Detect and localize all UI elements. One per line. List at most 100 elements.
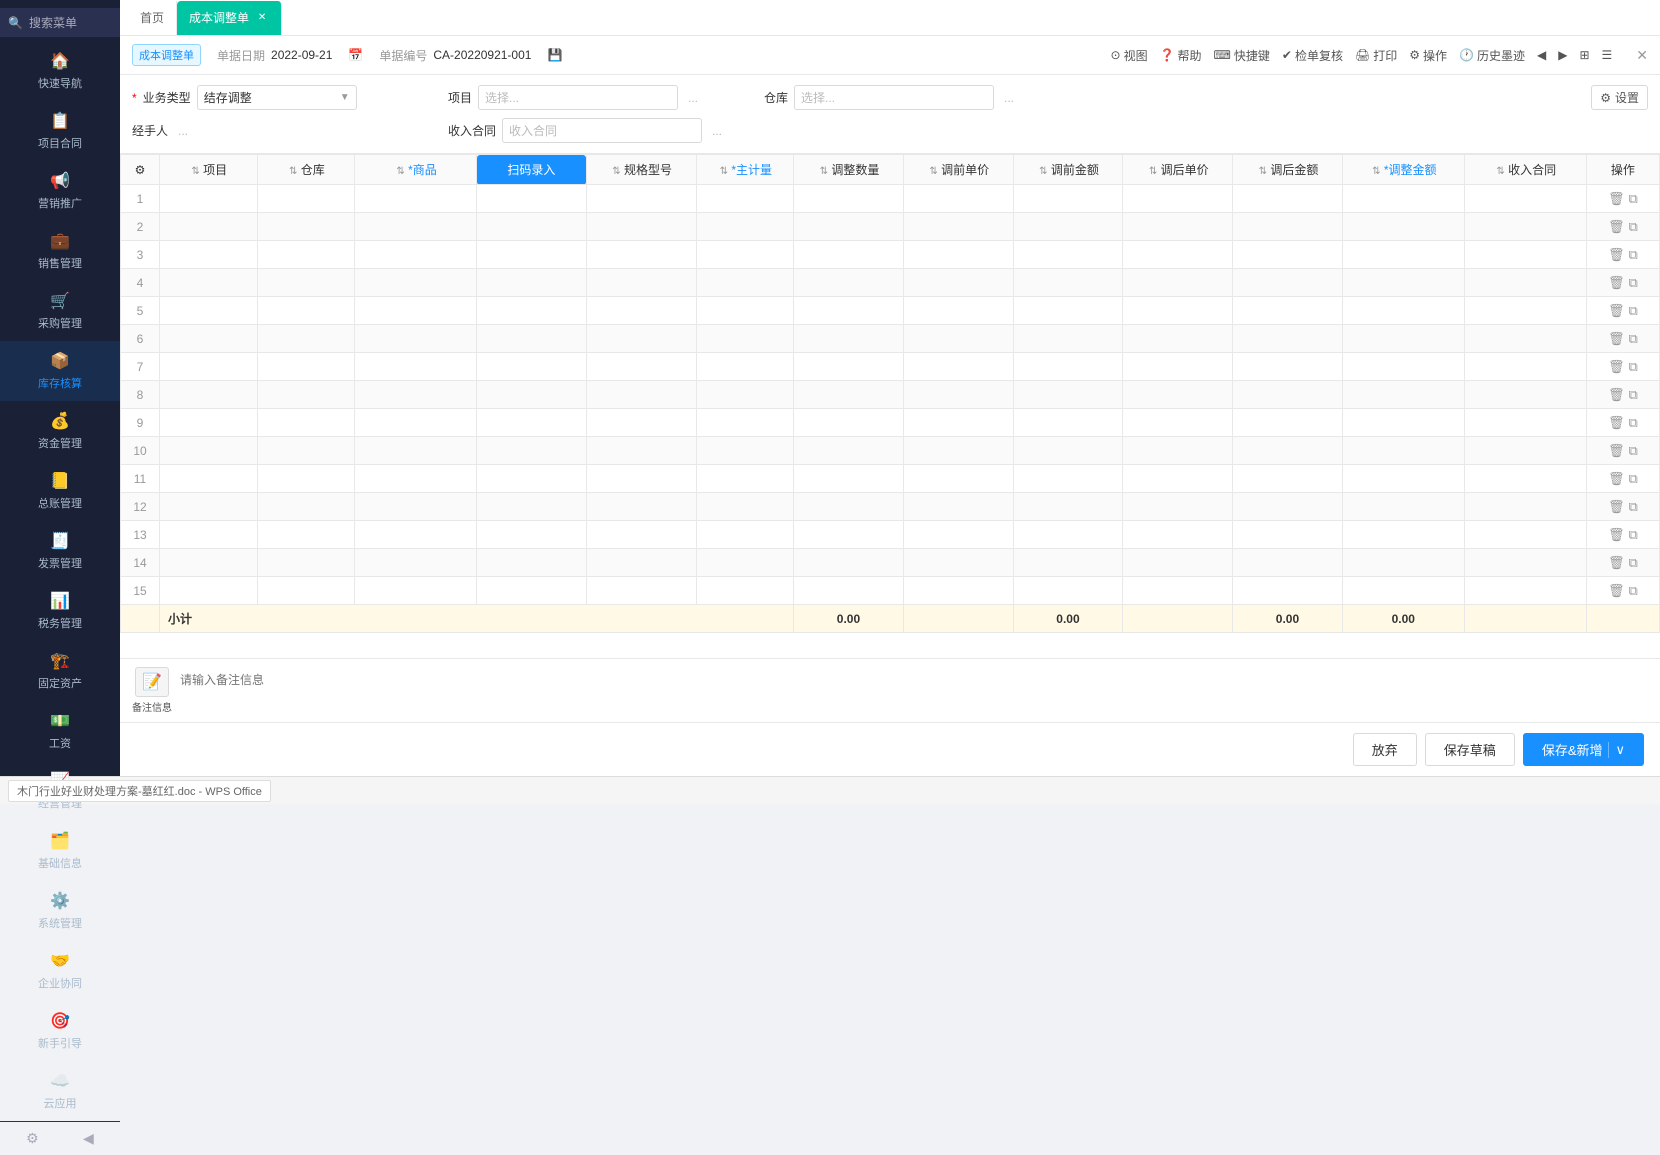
sidebar-item-sales-promo[interactable]: 📢 营销推广 [0, 161, 120, 221]
row-adjust-amount[interactable] [1342, 577, 1464, 605]
row-adjust-amount[interactable] [1342, 493, 1464, 521]
row-income-contract[interactable] [1464, 269, 1586, 297]
row-pre-unit-price[interactable] [903, 241, 1013, 269]
row-spec[interactable] [586, 185, 696, 213]
delete-icon[interactable]: 🗑 [1608, 303, 1625, 319]
row-scan[interactable] [477, 241, 587, 269]
view-list-icon[interactable]: ☰ [1602, 48, 1613, 62]
row-adjust-qty[interactable] [794, 297, 904, 325]
row-unit[interactable] [696, 297, 794, 325]
row-project[interactable] [160, 269, 258, 297]
project-select[interactable]: 选择... [478, 85, 678, 110]
sidebar-item-cloud-apps[interactable]: ☁️ 云应用 [0, 1061, 120, 1121]
row-income-contract[interactable] [1464, 213, 1586, 241]
delete-icon[interactable]: 🗑 [1608, 527, 1625, 543]
row-unit[interactable] [696, 241, 794, 269]
action-hotkey[interactable]: ⌨ 快捷键 [1214, 47, 1270, 64]
row-project[interactable] [160, 353, 258, 381]
copy-icon[interactable]: ⧉ [1628, 275, 1637, 291]
row-pre-amount[interactable] [1013, 325, 1123, 353]
sidebar-item-enterprise[interactable]: 🤝 企业协同 [0, 941, 120, 1001]
row-pre-unit-price[interactable] [903, 465, 1013, 493]
col-settings-header[interactable]: ⚙ [121, 155, 160, 185]
row-adjust-amount[interactable] [1342, 241, 1464, 269]
row-project[interactable] [160, 325, 258, 353]
row-income-contract[interactable] [1464, 549, 1586, 577]
col-post-amount-header[interactable]: ⇅ 调后金额 [1233, 155, 1343, 185]
row-pre-amount[interactable] [1013, 185, 1123, 213]
row-pre-amount[interactable] [1013, 521, 1123, 549]
copy-icon[interactable]: ⧉ [1628, 331, 1637, 347]
copy-icon[interactable]: ⧉ [1628, 583, 1637, 599]
row-post-unit-price[interactable] [1123, 269, 1233, 297]
copy-icon[interactable]: ⧉ [1628, 471, 1637, 487]
row-goods[interactable] [355, 381, 477, 409]
sidebar-item-project-contract[interactable]: 📋 项目合同 [0, 101, 120, 161]
row-project[interactable] [160, 521, 258, 549]
row-post-amount[interactable] [1233, 353, 1343, 381]
sidebar-item-finance[interactable]: 💰 资金管理 [0, 401, 120, 461]
delete-icon[interactable]: 🗑 [1608, 275, 1625, 291]
row-post-unit-price[interactable] [1123, 409, 1233, 437]
row-post-amount[interactable] [1233, 437, 1343, 465]
tab-home[interactable]: 首页 [128, 1, 177, 35]
delete-icon[interactable]: 🗑 [1608, 555, 1625, 571]
row-pre-amount[interactable] [1013, 493, 1123, 521]
col-goods-header[interactable]: ⇅ *商品 [355, 155, 477, 185]
row-pre-unit-price[interactable] [903, 549, 1013, 577]
row-spec[interactable] [586, 465, 696, 493]
row-unit[interactable] [696, 185, 794, 213]
row-warehouse[interactable] [257, 409, 355, 437]
col-project-header[interactable]: ⇅ 项目 [160, 155, 258, 185]
row-pre-unit-price[interactable] [903, 213, 1013, 241]
copy-icon[interactable]: ⧉ [1628, 387, 1637, 403]
copy-icon[interactable]: ⧉ [1628, 219, 1637, 235]
collapse-icon[interactable]: ◀ [83, 1130, 94, 1147]
row-scan[interactable] [477, 353, 587, 381]
sidebar-item-invoice[interactable]: 🧾 发票管理 [0, 521, 120, 581]
row-post-amount[interactable] [1233, 269, 1343, 297]
row-income-contract[interactable] [1464, 437, 1586, 465]
row-spec[interactable] [586, 353, 696, 381]
income-contract-more-icon[interactable]: ... [712, 124, 722, 138]
row-pre-amount[interactable] [1013, 297, 1123, 325]
row-post-unit-price[interactable] [1123, 213, 1233, 241]
row-unit[interactable] [696, 493, 794, 521]
row-goods[interactable] [355, 213, 477, 241]
row-spec[interactable] [586, 549, 696, 577]
sidebar-item-sales-mgmt[interactable]: 💼 销售管理 [0, 221, 120, 281]
row-project[interactable] [160, 437, 258, 465]
row-adjust-qty[interactable] [794, 381, 904, 409]
row-unit[interactable] [696, 549, 794, 577]
row-adjust-qty[interactable] [794, 577, 904, 605]
biz-type-select[interactable]: 结存调整 ▼ [197, 85, 357, 110]
row-pre-unit-price[interactable] [903, 325, 1013, 353]
row-scan[interactable] [477, 549, 587, 577]
action-history[interactable]: 🕐 历史墨迹 [1459, 47, 1525, 64]
row-goods[interactable] [355, 185, 477, 213]
row-unit[interactable] [696, 577, 794, 605]
row-spec[interactable] [586, 493, 696, 521]
row-warehouse[interactable] [257, 465, 355, 493]
row-spec[interactable] [586, 437, 696, 465]
row-post-amount[interactable] [1233, 185, 1343, 213]
row-scan[interactable] [477, 213, 587, 241]
copy-icon[interactable]: ⧉ [1628, 555, 1637, 571]
row-income-contract[interactable] [1464, 353, 1586, 381]
row-spec[interactable] [586, 241, 696, 269]
sidebar-item-new-guide[interactable]: 🎯 新手引导 [0, 1001, 120, 1061]
nav-next[interactable]: ▶ [1558, 48, 1567, 62]
discard-button[interactable]: 放弃 [1353, 733, 1417, 766]
row-post-amount[interactable] [1233, 297, 1343, 325]
tab-close-icon[interactable]: ✕ [255, 11, 269, 25]
row-project[interactable] [160, 185, 258, 213]
row-post-amount[interactable] [1233, 381, 1343, 409]
row-adjust-amount[interactable] [1342, 465, 1464, 493]
row-scan[interactable] [477, 325, 587, 353]
action-review[interactable]: ✔ 检单复核 [1282, 47, 1343, 64]
row-adjust-amount[interactable] [1342, 409, 1464, 437]
row-adjust-qty[interactable] [794, 521, 904, 549]
row-post-unit-price[interactable] [1123, 493, 1233, 521]
row-adjust-amount[interactable] [1342, 185, 1464, 213]
save-icon[interactable]: 💾 [547, 48, 562, 62]
